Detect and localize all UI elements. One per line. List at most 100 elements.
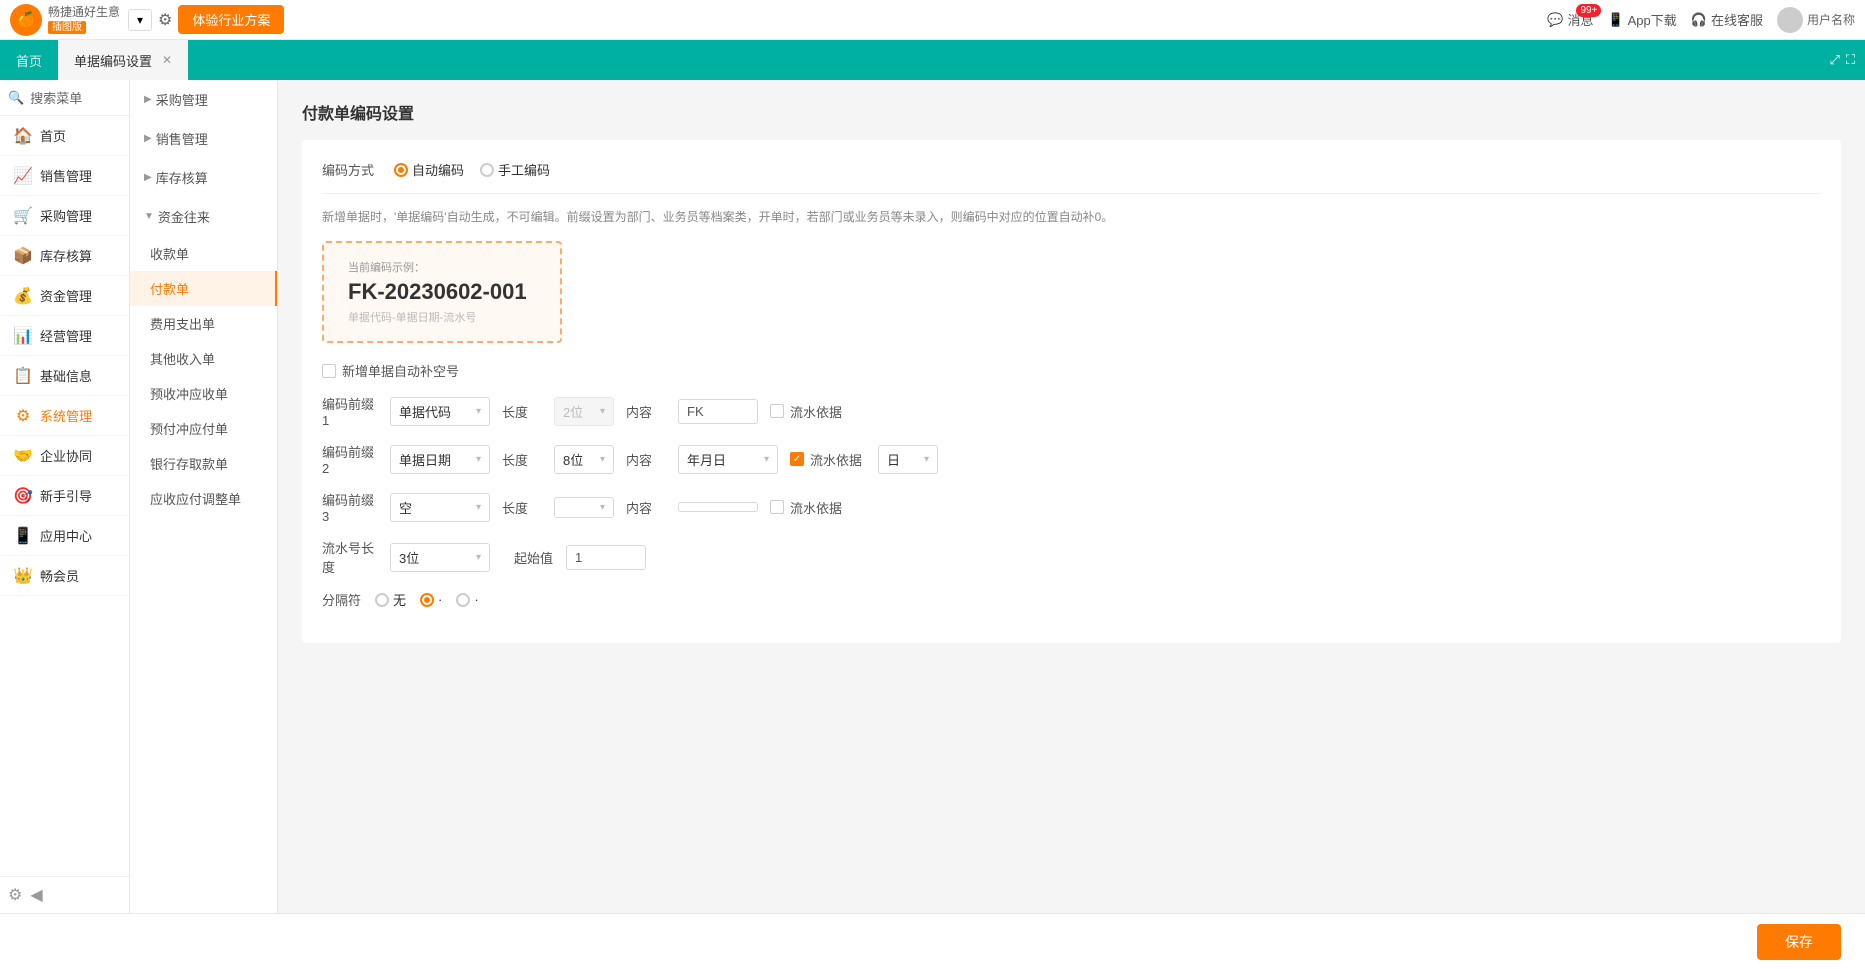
prefix1-serial-checkbox[interactable] (770, 404, 784, 418)
prefix2-serial-label: 流水依据 (810, 450, 862, 469)
expand-icon: ⤢ (1829, 52, 1839, 68)
sidebar-item-corp[interactable]: 🤝 企业协同 (0, 436, 129, 476)
group-inventory: ▶ 库存核算 (130, 158, 277, 197)
preview-box: 当前编码示例： FK-20230602-001 单据代码-单据日期-流水号 (322, 241, 562, 343)
sub-item-pre-pay[interactable]: 预付冲应付单 (130, 411, 277, 446)
auto-encoding-radio[interactable]: 自动编码 (394, 160, 464, 179)
serial-length-chevron-icon: ▾ (476, 552, 481, 563)
prefix1-length-label: 长度 (502, 402, 542, 421)
main-layout: 🔍 搜索菜单 🏠 首页 📈 销售管理 🛒 采购管理 📦 库存核算 💰 (0, 80, 1865, 913)
sidebar-item-operations[interactable]: 📊 经营管理 (0, 316, 129, 356)
app-center-icon: 📱 (14, 527, 32, 545)
auto-fill-label: 新增单据自动补空号 (342, 361, 459, 380)
save-button[interactable]: 保存 (1757, 924, 1841, 960)
prefix1-content-value: FK (678, 399, 758, 424)
prefix3-chevron-icon: ▾ (476, 502, 481, 513)
prefix3-serial-label: 流水依据 (790, 498, 842, 517)
app-icon: 📱 (1607, 12, 1623, 28)
sidebar-item-finance[interactable]: 💰 资金管理 (0, 276, 129, 316)
sidebar-nav: 🏠 首页 📈 销售管理 🛒 采购管理 📦 库存核算 💰 资金管理 📊 经 (0, 116, 129, 876)
company-dropdown[interactable]: ▾ (128, 9, 152, 31)
headset-icon: 🎧 (1691, 12, 1707, 28)
sidebar-item-member[interactable]: 👑 畅会员 (0, 556, 129, 596)
sub-item-bank-deposit[interactable]: 银行存取款单 (130, 446, 277, 481)
prefix2-length-select[interactable]: 8位 ▾ (554, 445, 614, 474)
prefix1-chevron-icon: ▾ (476, 406, 481, 417)
sales-icon: 📈 (14, 167, 32, 185)
group-purchase-header[interactable]: ▶ 采购管理 (130, 80, 277, 119)
message-item[interactable]: 💬 消息 99+ (1547, 10, 1593, 29)
group-fund-flow-header[interactable]: ▼ 资金往来 (130, 197, 277, 236)
close-tab-icon[interactable]: ✕ (162, 53, 172, 67)
sidebar-item-system[interactable]: ⚙ 系统管理 (0, 396, 129, 436)
prefix3-length-chevron-icon: ▾ (600, 502, 605, 513)
sidebar-item-sales[interactable]: 📈 销售管理 (0, 156, 129, 196)
prefix2-length-label: 长度 (502, 450, 542, 469)
sidebar-search[interactable]: 🔍 搜索菜单 (0, 80, 129, 116)
tab-serial-settings[interactable]: 单据编码设置 ✕ (58, 40, 188, 80)
trial-button[interactable]: 体验行业方案 (178, 5, 284, 34)
sidebar-item-app-center[interactable]: 📱 应用中心 (0, 516, 129, 556)
top-bar: 🍊 畅捷通好生意 插图版 ▾ ⚙ 体验行业方案 💬 消息 99+ 📱 App下载… (0, 0, 1865, 40)
system-icon: ⚙ (14, 407, 32, 425)
settings-card: 编码方式 自动编码 手工编码 新增单据时，'单据编码'自动生成，不可编辑。前缀 (302, 140, 1841, 643)
top-bar-right: 💬 消息 99+ 📱 App下载 🎧 在线客服 用户名称 (1547, 7, 1855, 33)
preview-label: 当前编码示例： (348, 259, 536, 275)
sep-dot-dot (424, 597, 430, 603)
sub-item-payment[interactable]: 付款单 (130, 271, 277, 306)
encoding-mode-row: 编码方式 自动编码 手工编码 (322, 160, 1821, 194)
prefix1-select[interactable]: 单据代码 ▾ (390, 397, 490, 426)
prefix2-serial-checkbox[interactable]: ✓ (790, 452, 804, 466)
prefix2-select[interactable]: 单据日期 ▾ (390, 445, 490, 474)
group-inventory-header[interactable]: ▶ 库存核算 (130, 158, 277, 197)
prefix2-content-label: 内容 (626, 450, 666, 469)
sep-dash-circle (456, 593, 470, 607)
preview-desc: 单据代码-单据日期-流水号 (348, 309, 536, 325)
tab-expand-button[interactable]: ⤢ ⛶ (1819, 40, 1865, 80)
prefix3-length-select[interactable]: ▾ (554, 497, 614, 518)
sub-sidebar: ▶ 采购管理 ▶ 销售管理 ▶ 库存核算 ▼ 资金往来 收款单 (130, 80, 278, 913)
sub-item-ar-ap-adjust[interactable]: 应收应付调整单 (130, 481, 277, 516)
prefix2-serial-period-select[interactable]: 日 ▾ (878, 445, 938, 474)
prefix2-row: 编码前缀2 单据日期 ▾ 长度 8位 ▾ 内容 年月日 ▾ ✓ 流水依据 (322, 442, 1821, 476)
fullscreen-icon: ⛶ (1846, 52, 1855, 68)
top-bar-controls: ▾ ⚙ 体验行业方案 (128, 5, 284, 34)
sep-dash-radio[interactable]: · (456, 592, 478, 607)
settings-bottom-icon[interactable]: ⚙ (8, 885, 22, 905)
message-icon: 💬 (1547, 12, 1563, 28)
sidebar-item-home[interactable]: 🏠 首页 (0, 116, 129, 156)
app-download-item[interactable]: 📱 App下载 (1607, 10, 1676, 29)
prefix2-content-select[interactable]: 年月日 ▾ (678, 445, 778, 474)
prefix3-select[interactable]: 空 ▾ (390, 493, 490, 522)
prefix1-length-select: 2位 ▾ (554, 397, 614, 426)
prefix3-label: 编码前缀3 (322, 490, 378, 524)
user-profile[interactable]: 用户名称 (1777, 7, 1855, 33)
manual-encoding-radio[interactable]: 手工编码 (480, 160, 550, 179)
collapse-icon[interactable]: ◀ (30, 885, 42, 905)
sidebar-bottom: ⚙ ◀ (0, 876, 129, 913)
sub-item-expense[interactable]: 费用支出单 (130, 306, 277, 341)
sidebar-item-inventory[interactable]: 📦 库存核算 (0, 236, 129, 276)
chevron-right-icon: ▶ (144, 94, 152, 105)
sub-item-other-income[interactable]: 其他收入单 (130, 341, 277, 376)
sub-item-receipt[interactable]: 收款单 (130, 236, 277, 271)
tab-home[interactable]: 首页 (0, 40, 58, 80)
top-bar-left: 🍊 畅捷通好生意 插图版 ▾ ⚙ 体验行业方案 (10, 4, 284, 36)
start-value-input[interactable] (566, 545, 646, 570)
separator-radio-group: 无 · · (375, 590, 479, 609)
serial-length-select[interactable]: 3位 ▾ (390, 543, 490, 572)
prefix1-serial-row: 流水依据 (770, 402, 842, 421)
sep-none-radio[interactable]: 无 (375, 590, 406, 609)
settings-icon[interactable]: ⚙ (158, 10, 172, 30)
sidebar-item-basic-info[interactable]: 📋 基础信息 (0, 356, 129, 396)
logo: 🍊 畅捷通好生意 插图版 (10, 4, 120, 36)
guide-icon: 🎯 (14, 487, 32, 505)
prefix3-serial-checkbox[interactable] (770, 500, 784, 514)
auto-fill-checkbox[interactable] (322, 364, 336, 378)
online-service-item[interactable]: 🎧 在线客服 (1691, 10, 1763, 29)
sidebar-item-purchase[interactable]: 🛒 采购管理 (0, 196, 129, 236)
group-sales-header[interactable]: ▶ 销售管理 (130, 119, 277, 158)
sub-item-pre-collect[interactable]: 预收冲应收单 (130, 376, 277, 411)
sep-dot-radio[interactable]: · (420, 592, 442, 607)
sidebar-item-guide[interactable]: 🎯 新手引导 (0, 476, 129, 516)
